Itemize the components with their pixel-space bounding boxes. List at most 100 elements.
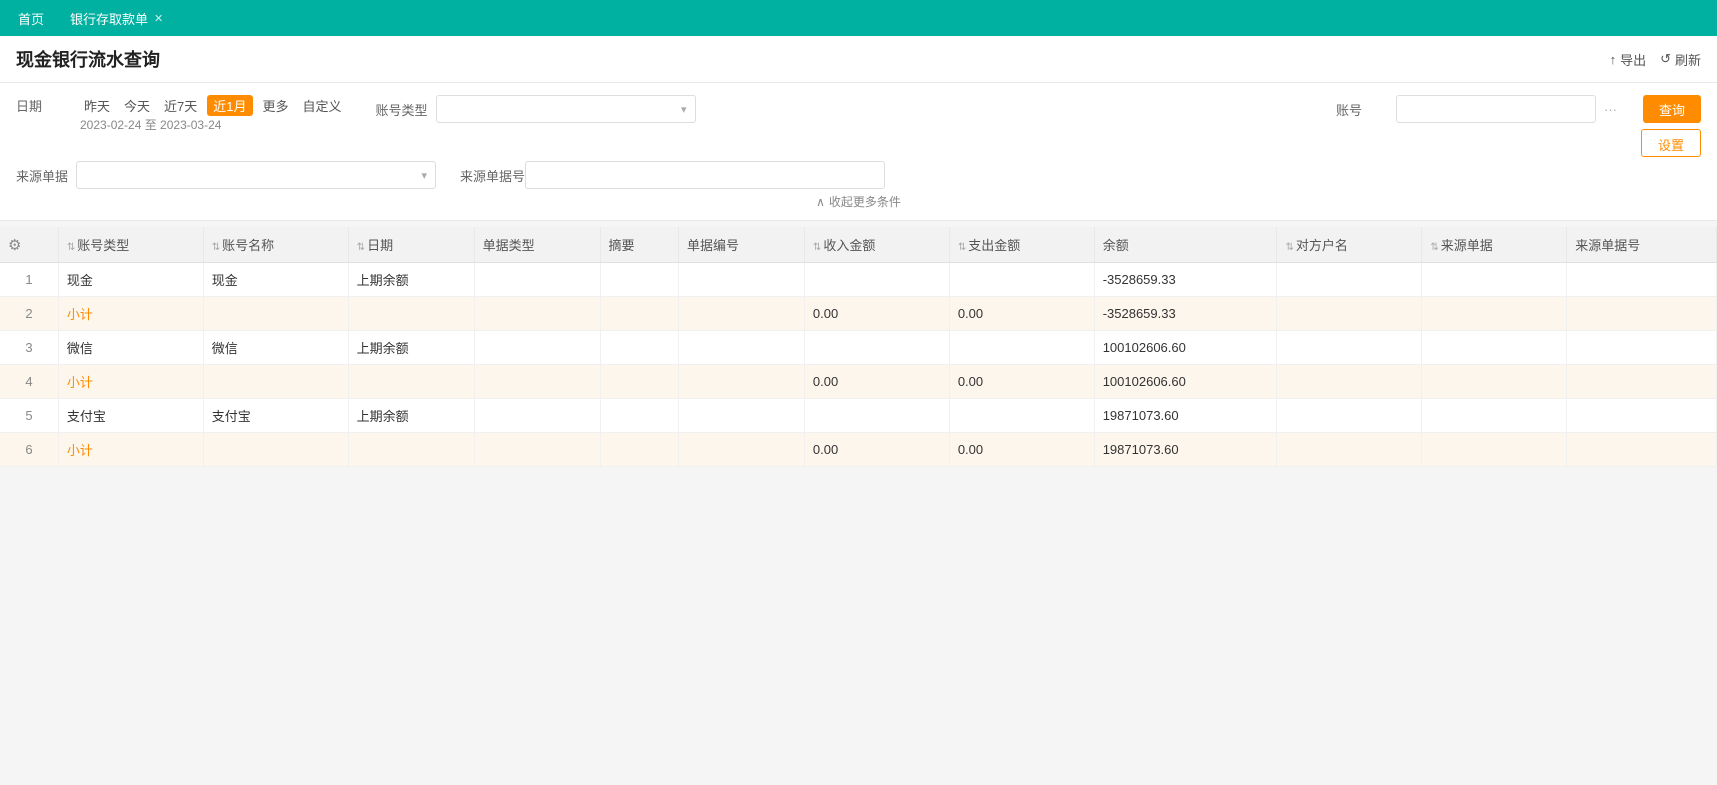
cell-doc_type [474,331,600,365]
nav-tab-label-4: 银行存取款单 [70,9,148,28]
acct-no-more-icon[interactable]: ··· [1604,102,1617,117]
cell-acct_type: 小计 [58,365,203,399]
date-range-text: 2023-02-24 至 2023-03-24 [80,116,346,133]
cell-doc_type [474,297,600,331]
sort-icon-date: ⇅ [357,242,365,253]
cell-counterparty [1277,433,1422,467]
cell-income [804,331,949,365]
nav-tab-4[interactable]: 银行存取款单 ✕ [58,0,201,36]
date-filter-group: 日期 昨天今天近7天近1月更多自定义 2023-02-24 至 2023-03-… [16,95,346,133]
filter-row-1: 日期 昨天今天近7天近1月更多自定义 2023-02-24 至 2023-03-… [16,95,1701,157]
col-header-expense[interactable]: ⇅支出金额 [949,227,1094,263]
export-icon: ↑ [1610,52,1617,67]
collapse-icon: ∧ [816,195,825,209]
cell-income [804,399,949,433]
refresh-button[interactable]: ↺ 刷新 [1660,50,1701,69]
gear-icon[interactable]: ⚙ [8,237,21,254]
cell-date [348,365,474,399]
sort-icon-income: ⇅ [813,242,821,253]
cell-date [348,433,474,467]
data-table: ⚙⇅账号类型⇅账号名称⇅日期单据类型摘要单据编号⇅收入金额⇅支出金额余额⇅对方户… [0,227,1717,467]
cell-doc_no [679,331,805,365]
col-header-balance: 余额 [1094,227,1277,263]
nav-tab-close-4[interactable]: ✕ [154,12,163,25]
cell-summary [600,263,678,297]
cell-balance: 100102606.60 [1094,365,1277,399]
col-header-source_doc[interactable]: ⇅来源单据 [1422,227,1567,263]
export-button[interactable]: ↑ 导出 [1610,50,1647,69]
table-row: 6小计0.000.0019871073.60 [0,433,1717,467]
cell-doc_type [474,433,600,467]
table-row: 1现金现金上期余额-3528659.33 [0,263,1717,297]
acct-type-select[interactable]: ▾ [436,95,696,123]
query-button[interactable]: 查询 [1643,95,1701,123]
col-header-summary: 摘要 [600,227,678,263]
nav-home[interactable]: 首页 [4,9,58,28]
cell-source_doc [1422,365,1567,399]
filter-row-2: 来源单据 ▾ 来源单据号 [16,161,1701,189]
table-row: 5支付宝支付宝上期余额19871073.60 [0,399,1717,433]
cell-income: 0.00 [804,433,949,467]
cell-num: 5 [0,399,58,433]
cell-acct_type: 现金 [58,263,203,297]
cell-counterparty [1277,263,1422,297]
source-doc-no-label: 来源单据号 [460,166,525,185]
cell-date [348,297,474,331]
cell-income: 0.00 [804,297,949,331]
cell-summary [600,331,678,365]
settings-button[interactable]: 设置 [1641,129,1701,157]
cell-expense: 0.00 [949,433,1094,467]
cell-balance: 19871073.60 [1094,399,1277,433]
col-header-date[interactable]: ⇅日期 [348,227,474,263]
cell-income [804,263,949,297]
cell-source_doc [1422,399,1567,433]
col-header-acct_type[interactable]: ⇅账号类型 [58,227,203,263]
cell-expense [949,263,1094,297]
cell-source_doc [1422,263,1567,297]
collapse-label: 收起更多条件 [829,193,901,210]
cell-source_doc_no [1567,297,1717,331]
source-doc-select[interactable]: ▾ [76,161,436,189]
cell-acct_name: 微信 [203,331,348,365]
acct-type-filter: 账号类型 ▾ [376,95,1306,123]
source-doc-no-input[interactable] [534,168,876,183]
cell-acct_name [203,297,348,331]
page-title: 现金银行流水查询 [16,46,160,72]
cell-acct_type: 微信 [58,331,203,365]
cell-summary [600,365,678,399]
cell-doc_no [679,263,805,297]
cell-doc_no [679,365,805,399]
col-row-num: ⚙ [0,227,58,263]
source-doc-label: 来源单据 [16,166,76,185]
collapse-bar[interactable]: ∧ 收起更多条件 [16,189,1701,212]
acct-type-label: 账号类型 [376,100,436,119]
date-option-5[interactable]: 自定义 [299,95,346,116]
source-doc-no-input-wrapper [525,161,885,189]
acct-no-input[interactable] [1405,102,1587,117]
date-option-3[interactable]: 近1月 [207,95,252,116]
cell-num: 2 [0,297,58,331]
cell-source_doc_no [1567,331,1717,365]
action-buttons: 查询 设置 [1627,95,1701,157]
col-header-counterparty[interactable]: ⇅对方户名 [1277,227,1422,263]
col-header-income[interactable]: ⇅收入金额 [804,227,949,263]
cell-doc_no [679,297,805,331]
cell-source_doc_no [1567,433,1717,467]
cell-balance: 100102606.60 [1094,331,1277,365]
cell-date: 上期余额 [348,263,474,297]
date-option-2[interactable]: 近7天 [160,95,201,116]
cell-doc_type [474,263,600,297]
sort-icon-source_doc: ⇅ [1430,242,1438,253]
cell-counterparty [1277,297,1422,331]
sort-icon-counterparty: ⇅ [1285,242,1293,253]
col-header-source_doc_no: 来源单据号 [1567,227,1717,263]
date-option-1[interactable]: 今天 [120,95,154,116]
cell-date: 上期余额 [348,331,474,365]
cell-source_doc_no [1567,399,1717,433]
col-header-acct_name[interactable]: ⇅账号名称 [203,227,348,263]
date-option-0[interactable]: 昨天 [80,95,114,116]
date-option-4[interactable]: 更多 [259,95,293,116]
col-header-doc_no: 单据编号 [679,227,805,263]
table-body: 1现金现金上期余额-3528659.332小计0.000.00-3528659.… [0,263,1717,467]
cell-acct_name [203,433,348,467]
